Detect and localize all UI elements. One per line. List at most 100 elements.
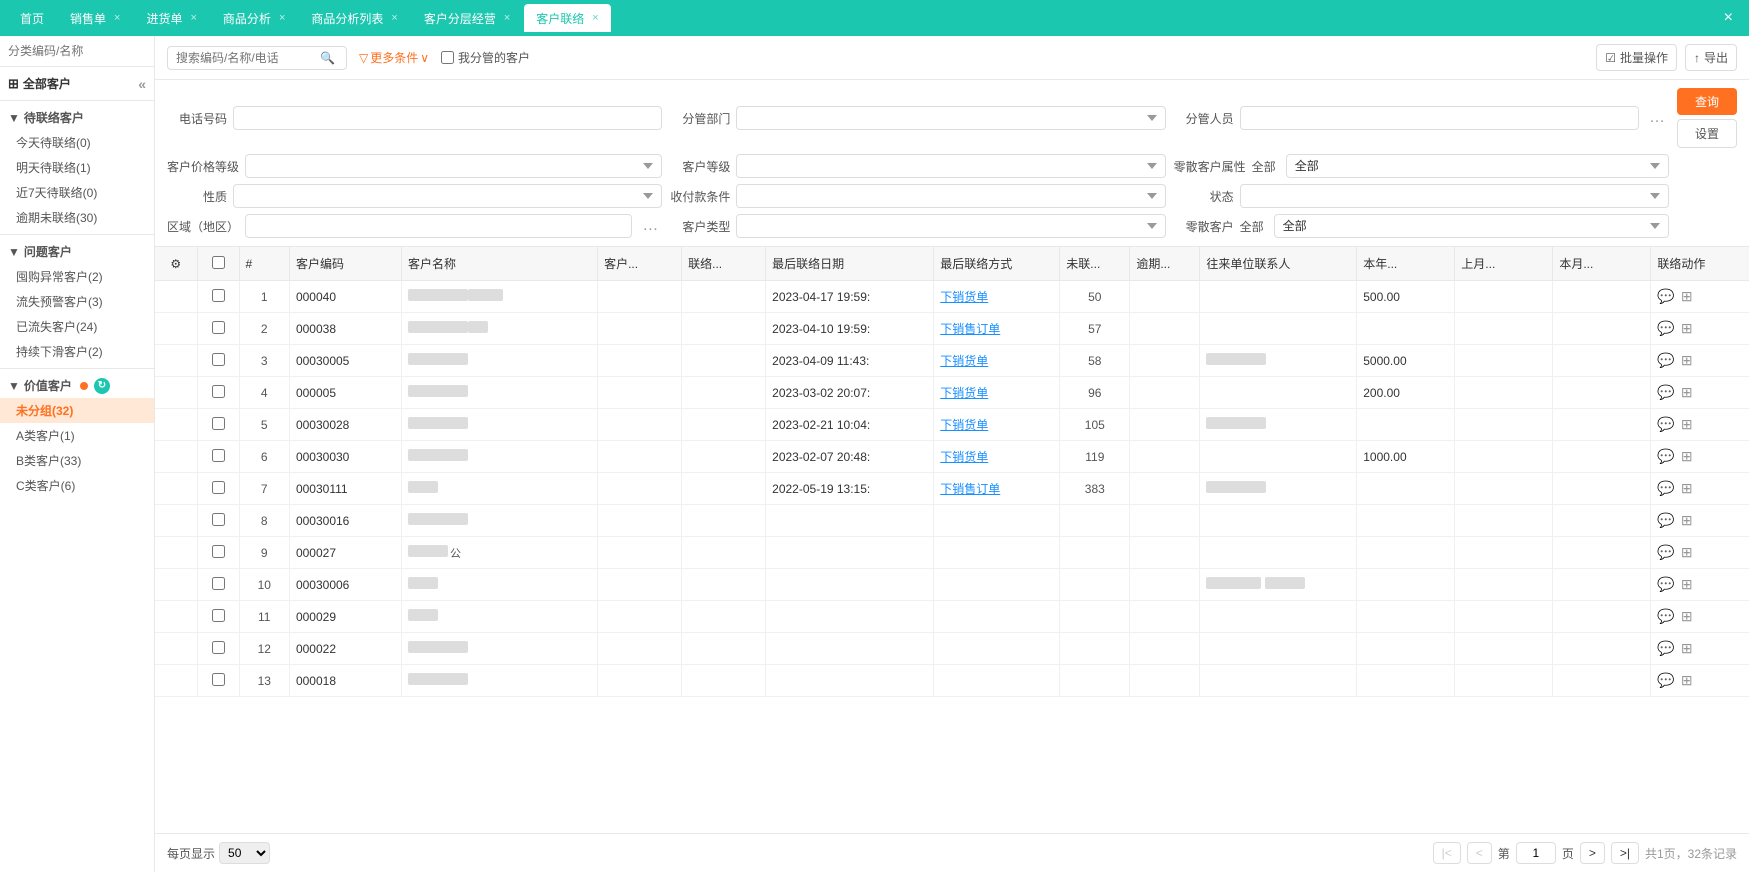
sidebar-item-churn-warn[interactable]: 流失预警客户(3) [0, 289, 154, 314]
th-this-year[interactable]: 本年... [1357, 247, 1455, 281]
td-checkbox[interactable] [197, 473, 239, 505]
sidebar-item-today[interactable]: 今天待联络(0) [0, 130, 154, 155]
grid-action-icon[interactable]: ⊞ [1681, 544, 1693, 561]
row-checkbox[interactable] [212, 513, 225, 526]
select-all-checkbox[interactable] [212, 256, 225, 269]
sidebar-item-hoarding[interactable]: 囤购异常客户(2) [0, 264, 154, 289]
last-method-link[interactable]: 下销货单 [940, 354, 988, 368]
chat-icon[interactable]: 💬 [1657, 320, 1674, 337]
chat-icon[interactable]: 💬 [1657, 288, 1674, 305]
grid-action-icon[interactable]: ⊞ [1681, 448, 1693, 465]
th-type[interactable]: 客户... [598, 247, 682, 281]
chat-icon[interactable]: 💬 [1657, 640, 1674, 657]
chat-icon[interactable]: 💬 [1657, 544, 1674, 561]
group-pending-contact[interactable]: ▼ 待联络客户 [0, 105, 154, 130]
th-this-month[interactable]: 本月... [1553, 247, 1651, 281]
sidebar-search-bar[interactable]: 🔍 [0, 36, 154, 67]
search-input[interactable] [176, 51, 316, 65]
td-checkbox[interactable] [197, 441, 239, 473]
row-checkbox[interactable] [212, 609, 225, 622]
sidebar-item-7days[interactable]: 近7天待联络(0) [0, 180, 154, 205]
nav-product-analysis[interactable]: 商品分析 × [211, 4, 297, 32]
search-bar[interactable]: 🔍 [167, 46, 347, 70]
th-last-method[interactable]: 最后联络方式 [934, 247, 1060, 281]
chat-icon[interactable]: 💬 [1657, 352, 1674, 369]
chat-icon[interactable]: 💬 [1657, 576, 1674, 593]
sidebar-item-declining[interactable]: 持续下滑客户(2) [0, 339, 154, 364]
td-checkbox[interactable] [197, 345, 239, 377]
close-customer-segment-tab[interactable]: × [504, 12, 510, 24]
th-checkbox[interactable] [197, 247, 239, 281]
input-person[interactable] [1240, 106, 1639, 130]
more-conditions-button[interactable]: ▽ 更多条件 ∨ [359, 49, 429, 66]
td-checkbox[interactable] [197, 505, 239, 537]
row-checkbox[interactable] [212, 417, 225, 430]
last-method-link[interactable]: 下销货单 [940, 450, 988, 464]
chat-icon[interactable]: 💬 [1657, 512, 1674, 529]
all-customers-header[interactable]: ⊞ 全部客户 « [0, 67, 154, 96]
td-checkbox[interactable] [197, 313, 239, 345]
row-checkbox[interactable] [212, 641, 225, 654]
group-problem-customers[interactable]: ▼ 问题客户 [0, 239, 154, 264]
select-customer-level[interactable] [736, 154, 1165, 178]
td-checkbox[interactable] [197, 665, 239, 697]
grid-action-icon[interactable]: ⊞ [1681, 512, 1693, 529]
select-scatter[interactable]: 全部 [1274, 214, 1669, 238]
page-input[interactable] [1516, 842, 1556, 864]
search-button[interactable]: 查询 [1677, 88, 1737, 115]
last-method-link[interactable]: 下销货单 [940, 290, 988, 304]
my-customers-check[interactable] [441, 51, 454, 64]
select-payment[interactable] [736, 184, 1165, 208]
export-button[interactable]: ↑ 导出 [1685, 44, 1737, 71]
grid-action-icon[interactable]: ⊞ [1681, 672, 1693, 689]
td-checkbox[interactable] [197, 633, 239, 665]
nav-purchase[interactable]: 进货单 × [134, 4, 208, 32]
th-last-date[interactable]: 最后联络日期 [766, 247, 934, 281]
select-scatter-attr[interactable]: 全部 [1286, 154, 1669, 178]
td-checkbox[interactable] [197, 601, 239, 633]
sidebar-item-class-a[interactable]: A类客户(1) [0, 423, 154, 448]
sidebar-search-input[interactable] [8, 44, 155, 58]
nav-home[interactable]: 首页 [8, 4, 56, 32]
my-customers-checkbox[interactable]: 我分管的客户 [441, 49, 530, 66]
sidebar-item-ungroup[interactable]: 未分组(32) [0, 398, 154, 423]
th-not-contacted[interactable]: 未联... [1060, 247, 1130, 281]
chat-icon[interactable]: 💬 [1657, 480, 1674, 497]
input-phone[interactable] [233, 106, 662, 130]
next-page-button[interactable]: > [1580, 842, 1605, 864]
td-checkbox[interactable] [197, 569, 239, 601]
row-checkbox[interactable] [212, 673, 225, 686]
th-contact[interactable]: 联络... [682, 247, 766, 281]
th-settings[interactable]: ⚙ [155, 247, 197, 281]
row-checkbox[interactable] [212, 449, 225, 462]
grid-action-icon[interactable]: ⊞ [1681, 640, 1693, 657]
batch-op-button[interactable]: ☑ 批量操作 [1596, 44, 1677, 71]
nav-customer-contact[interactable]: 客户联络 × [524, 4, 610, 32]
th-code[interactable]: 客户编码 [289, 247, 401, 281]
chat-icon[interactable]: 💬 [1657, 384, 1674, 401]
search-icon2[interactable]: 🔍 [320, 51, 335, 65]
chat-icon[interactable]: 💬 [1657, 608, 1674, 625]
td-checkbox[interactable] [197, 409, 239, 441]
close-sales-tab[interactable]: × [114, 12, 120, 24]
close-customer-contact-tab[interactable]: × [592, 12, 598, 24]
select-customer-type[interactable] [736, 214, 1165, 238]
close-product-analysis-tab[interactable]: × [279, 12, 285, 24]
chat-icon[interactable]: 💬 [1657, 448, 1674, 465]
sidebar-item-overdue[interactable]: 逾期未联络(30) [0, 205, 154, 230]
select-dept[interactable] [736, 106, 1165, 130]
grid-action-icon[interactable]: ⊞ [1681, 416, 1693, 433]
th-name[interactable]: 客户名称 [402, 247, 598, 281]
row-checkbox[interactable] [212, 577, 225, 590]
row-checkbox[interactable] [212, 289, 225, 302]
reset-button[interactable]: 设置 [1677, 119, 1737, 148]
last-method-link[interactable]: 下销售订单 [940, 322, 1000, 336]
sidebar-item-tomorrow[interactable]: 明天待联络(1) [0, 155, 154, 180]
td-checkbox[interactable] [197, 377, 239, 409]
row-checkbox[interactable] [212, 545, 225, 558]
per-page-select[interactable]: 50 100 200 [219, 842, 270, 864]
close-product-list-tab[interactable]: × [391, 12, 397, 24]
row-checkbox[interactable] [212, 321, 225, 334]
grid-action-icon[interactable]: ⊞ [1681, 352, 1693, 369]
grid-action-icon[interactable]: ⊞ [1681, 608, 1693, 625]
